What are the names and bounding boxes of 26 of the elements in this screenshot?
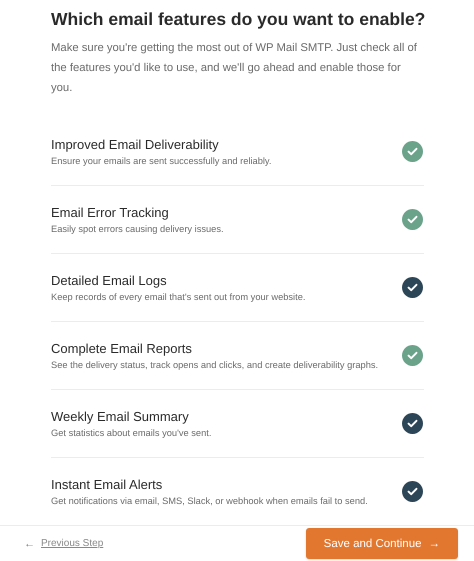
checkmark-icon (407, 351, 418, 360)
feature-title: Email Error Tracking (51, 205, 170, 220)
checkmark-icon (407, 487, 418, 496)
feature-description: Ensure your emails are sent successfully and reliably. (51, 156, 272, 166)
checkmark-icon (407, 147, 418, 156)
feature-checkbox[interactable] (402, 481, 423, 502)
feature-description: Easily spot errors causing delivery issues. (51, 224, 224, 234)
feature-title: Instant Email Alerts (51, 477, 164, 492)
feature-checkbox[interactable] (402, 413, 423, 434)
feature-description: Keep records of every email that's sent out from your website. (51, 292, 306, 302)
save-continue-button[interactable]: Save and Continue → (306, 528, 458, 559)
intro-text: Make sure you're getting the most out of WP Mail SMTP. Just check all of the features you'd like to use, and we'll go ahead and enable those for you. (51, 41, 418, 96)
checkmark-icon (407, 215, 418, 224)
feature-title: Weekly Email Summary (51, 409, 190, 424)
back-arrow: ← (24, 538, 35, 550)
feature-title: Improved Email Deliverability (51, 137, 220, 152)
previous-step-link[interactable]: Previous Step (41, 538, 104, 549)
feature-description: See the delivery status, track opens and clicks, and create deliverability graphs. (51, 360, 378, 370)
feature-title: Complete Email Reports (51, 341, 193, 356)
feature-description: Get statistics about emails you've sent. (51, 428, 212, 438)
feature-title: Detailed Email Logs (51, 273, 168, 288)
feature-description: Get notifications via email, SMS, Slack, or webhook when emails fail to send. (51, 496, 368, 506)
checkmark-icon (407, 283, 418, 292)
page-heading: Which email features do you want to enable? (51, 8, 426, 31)
checkmark-icon (407, 419, 418, 428)
feature-checkbox[interactable] (402, 277, 423, 298)
